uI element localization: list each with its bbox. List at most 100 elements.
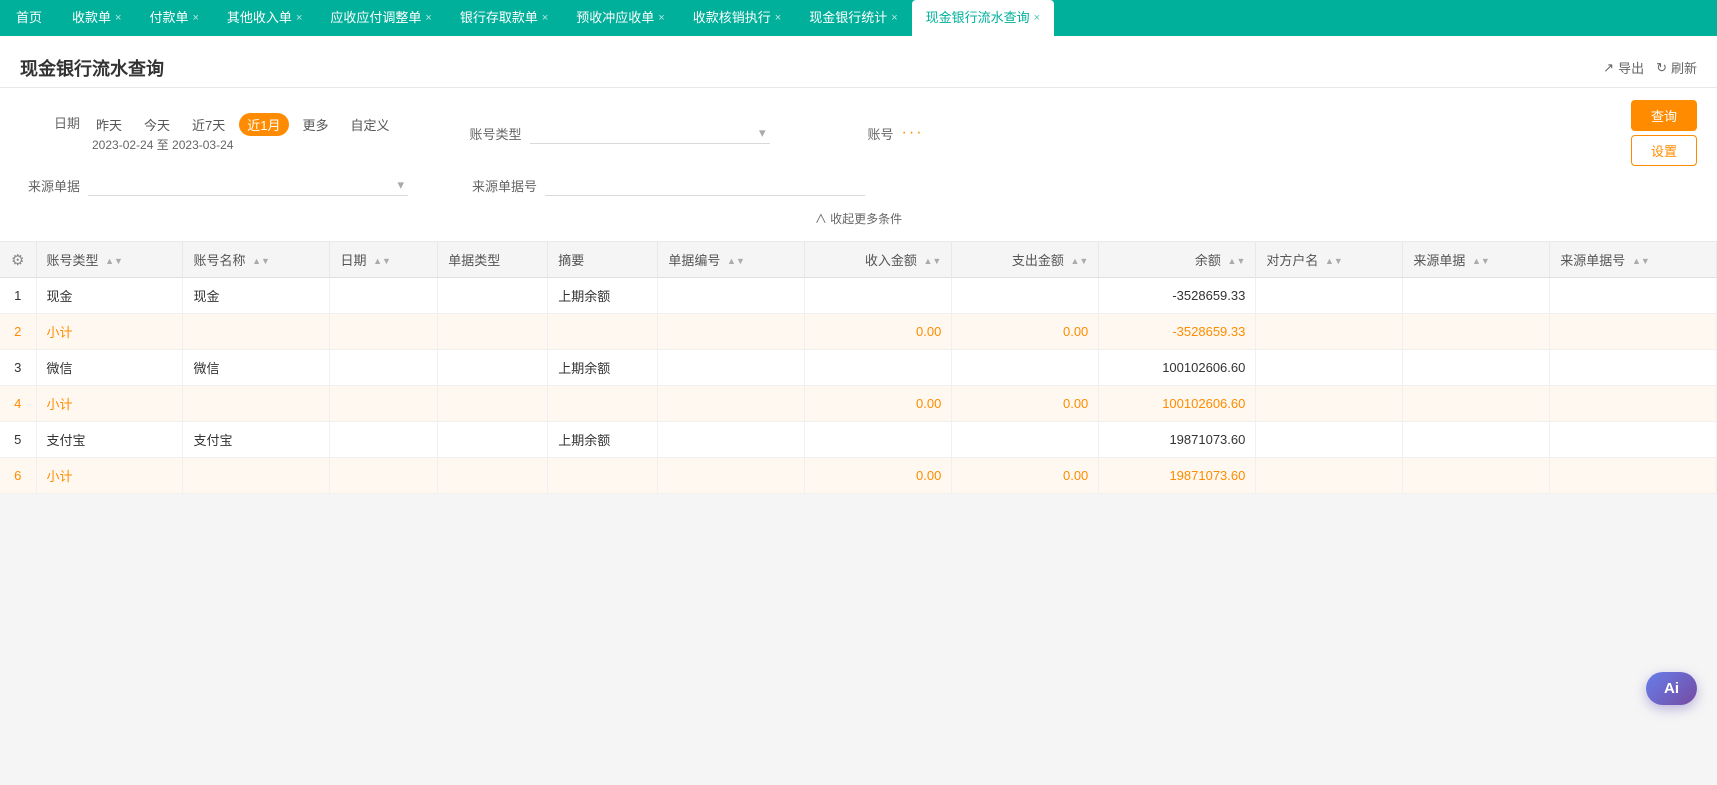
table-cell: 19871073.60 bbox=[1099, 458, 1256, 494]
col-income: 收入金额 ▲▼ bbox=[805, 242, 952, 278]
close-icon[interactable]: × bbox=[115, 0, 121, 36]
sort-icon[interactable]: ▲▼ bbox=[1632, 257, 1650, 266]
table-cell: 19871073.60 bbox=[1099, 422, 1256, 458]
page-title: 现金银行流水查询 bbox=[20, 55, 164, 81]
table-cell bbox=[330, 350, 438, 386]
close-icon[interactable]: × bbox=[425, 0, 431, 36]
table-cell: 100102606.60 bbox=[1099, 386, 1256, 422]
table-cell bbox=[438, 350, 548, 386]
sort-icon[interactable]: ▲▼ bbox=[1070, 257, 1088, 266]
date-opt-today[interactable]: 今天 bbox=[136, 113, 178, 136]
sort-icon[interactable]: ▲▼ bbox=[924, 257, 942, 266]
filter-row-date: 日期 昨天 今天 近7天 近1月 更多 自定义 2023-02-24 至 202… bbox=[20, 100, 1697, 166]
table-cell: 4 bbox=[0, 386, 36, 422]
table-cell bbox=[548, 386, 658, 422]
close-icon[interactable]: × bbox=[775, 0, 781, 36]
nav-tab-收款核销执行[interactable]: 收款核销执行 × bbox=[679, 0, 795, 36]
settings-button[interactable]: 设置 bbox=[1631, 135, 1697, 166]
chevron-down-icon: ▾ bbox=[397, 177, 404, 193]
data-table: ⚙ 账号类型 ▲▼ 账号名称 ▲▼ 日期 ▲▼ 单据类型 摘要 单据编号 bbox=[0, 242, 1717, 494]
table-row: 6小计0.000.0019871073.60 bbox=[0, 458, 1717, 494]
sort-icon[interactable]: ▲▼ bbox=[1472, 257, 1490, 266]
table-cell bbox=[658, 350, 805, 386]
collapse-bar[interactable]: ∧ 收起更多条件 bbox=[20, 204, 1697, 229]
nav-tab-现金银行统计[interactable]: 现金银行统计 × bbox=[795, 0, 911, 36]
sort-icon[interactable]: ▲▼ bbox=[1228, 257, 1246, 266]
table-cell: 3 bbox=[0, 350, 36, 386]
sort-icon[interactable]: ▲▼ bbox=[373, 257, 391, 266]
date-opt-yesterday[interactable]: 昨天 bbox=[88, 113, 130, 136]
table-cell: -3528659.33 bbox=[1099, 314, 1256, 350]
table-cell bbox=[805, 278, 952, 314]
account-type-select[interactable]: ▾ bbox=[530, 123, 770, 144]
close-icon[interactable]: × bbox=[1034, 0, 1040, 36]
table-cell: 上期余额 bbox=[548, 350, 658, 386]
close-icon[interactable]: × bbox=[192, 0, 198, 36]
table-cell bbox=[1256, 386, 1403, 422]
table-row: 2小计0.000.00-3528659.33 bbox=[0, 314, 1717, 350]
table-cell: 小计 bbox=[36, 314, 183, 350]
refresh-icon: ↻ bbox=[1656, 60, 1667, 76]
table-cell: 上期余额 bbox=[548, 278, 658, 314]
gear-icon[interactable]: ⚙ bbox=[11, 252, 24, 269]
col-settings[interactable]: ⚙ bbox=[0, 242, 36, 278]
sort-icon[interactable]: ▲▼ bbox=[727, 257, 745, 266]
ai-button[interactable]: Ai bbox=[1646, 672, 1697, 705]
table-cell bbox=[183, 314, 330, 350]
close-icon[interactable]: × bbox=[296, 0, 302, 36]
col-counterparty: 对方户名 ▲▼ bbox=[1256, 242, 1403, 278]
table-cell: -3528659.33 bbox=[1099, 278, 1256, 314]
account-label: 账号 bbox=[834, 124, 894, 143]
nav-tab-预收冲应收单[interactable]: 预收冲应收单 × bbox=[562, 0, 678, 36]
table-cell bbox=[330, 278, 438, 314]
table-cell bbox=[1256, 350, 1403, 386]
nav-tab-现金银行流水查询[interactable]: 现金银行流水查询 × bbox=[912, 0, 1054, 36]
close-icon[interactable]: × bbox=[658, 0, 664, 36]
account-dots[interactable]: ··· bbox=[902, 124, 924, 142]
filter-area: 日期 昨天 今天 近7天 近1月 更多 自定义 2023-02-24 至 202… bbox=[0, 88, 1717, 242]
col-expense: 支出金额 ▲▼ bbox=[952, 242, 1099, 278]
table-cell bbox=[438, 278, 548, 314]
col-doc-type: 单据类型 bbox=[438, 242, 548, 278]
date-opt-7days[interactable]: 近7天 bbox=[184, 113, 233, 136]
source-doc-no-input[interactable] bbox=[545, 174, 865, 196]
export-button[interactable]: ↗ 导出 bbox=[1603, 58, 1644, 77]
table-cell: 现金 bbox=[183, 278, 330, 314]
account-type-label: 账号类型 bbox=[462, 124, 522, 143]
refresh-button[interactable]: ↻ 刷新 bbox=[1656, 58, 1697, 77]
table-cell: 0.00 bbox=[952, 386, 1099, 422]
table-cell bbox=[805, 422, 952, 458]
table-cell: 5 bbox=[0, 422, 36, 458]
source-doc-select[interactable]: ▾ bbox=[88, 175, 408, 196]
nav-tab-应收应付调整单[interactable]: 应收应付调整单 × bbox=[316, 0, 445, 36]
date-opt-1month[interactable]: 近1月 bbox=[239, 113, 288, 136]
table-cell bbox=[1256, 278, 1403, 314]
query-button[interactable]: 查询 bbox=[1631, 100, 1697, 131]
date-opt-more[interactable]: 更多 bbox=[295, 113, 337, 136]
table-cell bbox=[1550, 314, 1717, 350]
nav-home[interactable]: 首页 bbox=[0, 0, 58, 36]
nav-tab-其他收入单[interactable]: 其他收入单 × bbox=[213, 0, 316, 36]
sort-icon[interactable]: ▲▼ bbox=[105, 257, 123, 266]
chevron-down-icon: ▾ bbox=[759, 125, 766, 141]
table-cell bbox=[1256, 422, 1403, 458]
sort-icon[interactable]: ▲▼ bbox=[252, 257, 270, 266]
table-cell bbox=[438, 422, 548, 458]
table-cell bbox=[952, 350, 1099, 386]
col-source-doc: 来源单据 ▲▼ bbox=[1403, 242, 1550, 278]
col-account-name: 账号名称 ▲▼ bbox=[183, 242, 330, 278]
nav-tab-银行存取款单[interactable]: 银行存取款单 × bbox=[446, 0, 562, 36]
nav-tab-收款单[interactable]: 收款单 × bbox=[58, 0, 135, 36]
table-cell bbox=[1403, 458, 1550, 494]
date-opt-custom[interactable]: 自定义 bbox=[343, 113, 398, 136]
table-cell: 6 bbox=[0, 458, 36, 494]
sort-icon[interactable]: ▲▼ bbox=[1325, 257, 1343, 266]
close-icon[interactable]: × bbox=[891, 0, 897, 36]
table-cell bbox=[1403, 422, 1550, 458]
table-cell: 小计 bbox=[36, 386, 183, 422]
table-row: 3微信微信上期余额100102606.60 bbox=[0, 350, 1717, 386]
date-range: 2023-02-24 至 2023-03-24 bbox=[92, 136, 398, 153]
table-cell bbox=[183, 458, 330, 494]
close-icon[interactable]: × bbox=[542, 0, 548, 36]
nav-tab-付款单[interactable]: 付款单 × bbox=[135, 0, 212, 36]
